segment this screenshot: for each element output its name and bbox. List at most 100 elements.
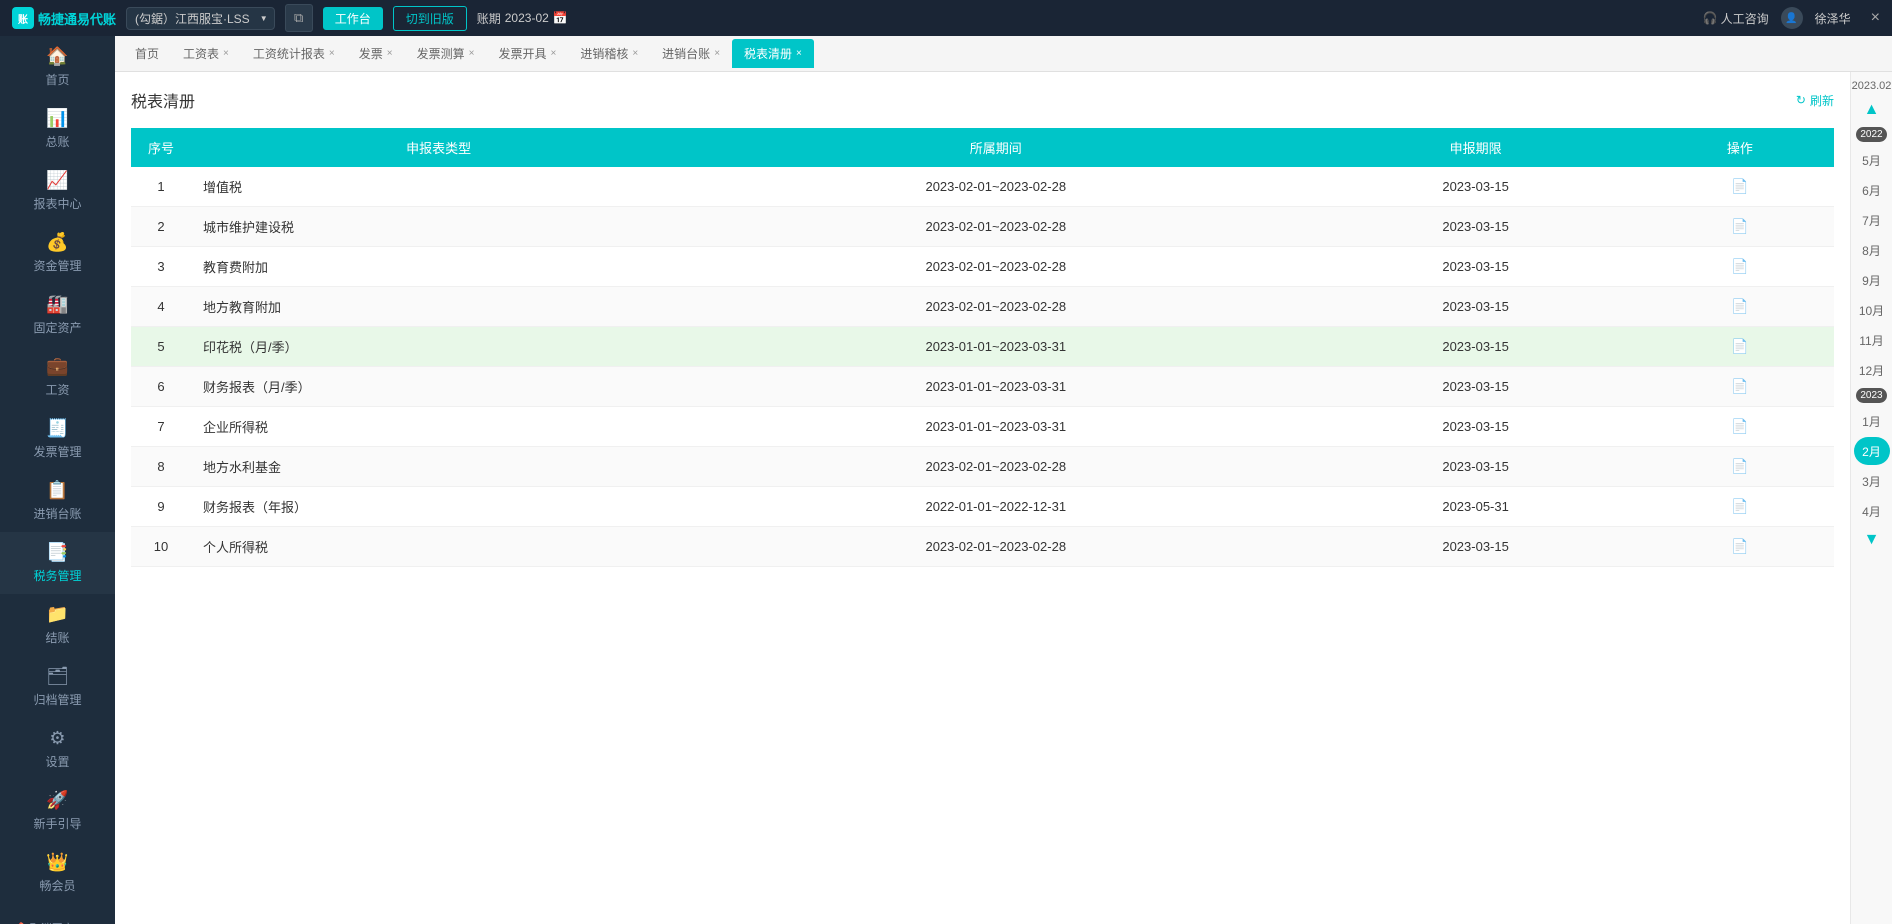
- action-icon[interactable]: 📄: [1731, 258, 1748, 274]
- guide-icon: 🚀: [46, 790, 68, 811]
- action-icon[interactable]: 📄: [1731, 538, 1748, 554]
- headset-icon: 🎧: [1703, 11, 1718, 25]
- action-icon[interactable]: 📄: [1731, 218, 1748, 234]
- tab-salary-table-label: 工资表: [183, 45, 219, 62]
- action-icon[interactable]: 📄: [1731, 498, 1748, 514]
- action-icon[interactable]: 📄: [1731, 418, 1748, 434]
- action-icon[interactable]: 📄: [1731, 338, 1748, 354]
- period-value: 2023-02: [505, 11, 549, 25]
- tab-purchase-check[interactable]: 进销稽核 ×: [568, 39, 650, 68]
- cal-2023-02[interactable]: 2月: [1854, 437, 1890, 465]
- cal-2023-04[interactable]: 4月: [1854, 497, 1890, 525]
- tab-salary-report-close[interactable]: ×: [329, 48, 335, 59]
- cell-period: 2023-02-01~2023-02-28: [686, 207, 1305, 247]
- tab-salary-table[interactable]: 工资表 ×: [171, 39, 241, 68]
- tab-salary-report[interactable]: 工资统计报表 ×: [241, 39, 347, 68]
- sidebar: 🏠 首页 📊 总账 📈 报表中心 💰 资金管理 🏭 固定资产 💼 工资 🧾 发票…: [0, 36, 115, 924]
- company-dropdown[interactable]: (勾鋸）江西服宝·LSS: [126, 7, 275, 30]
- cell-deadline: 2023-03-15: [1305, 247, 1645, 287]
- sidebar-item-tax[interactable]: 📑 税务管理: [0, 532, 115, 594]
- cell-no: 10: [131, 527, 191, 567]
- period-display: 账期 2023-02 📅: [477, 10, 568, 27]
- sidebar-item-guide[interactable]: 🚀 新手引导: [0, 780, 115, 842]
- tab-tax-list-close[interactable]: ×: [796, 48, 802, 59]
- sidebar-item-purchase[interactable]: 📋 进销台账: [0, 470, 115, 532]
- cell-no: 7: [131, 407, 191, 447]
- cell-period: 2023-02-01~2023-02-28: [686, 287, 1305, 327]
- sidebar-item-report[interactable]: 📈 报表中心: [0, 160, 115, 222]
- cell-deadline: 2023-03-15: [1305, 527, 1645, 567]
- tab-purchase-ledger-close[interactable]: ×: [714, 48, 720, 59]
- tab-invoice-issue-close[interactable]: ×: [550, 48, 556, 59]
- sidebar-label-home: 首页: [45, 71, 69, 88]
- action-icon[interactable]: 📄: [1731, 298, 1748, 314]
- sidebar-item-home[interactable]: 🏠 首页: [0, 36, 115, 98]
- cell-deadline: 2023-03-15: [1305, 447, 1645, 487]
- cal-2022-11[interactable]: 11月: [1854, 326, 1890, 354]
- app-logo: 账 畅捷通易代账: [12, 7, 116, 29]
- sidebar-label-archive: 归档管理: [33, 691, 81, 708]
- action-icon[interactable]: 📄: [1731, 178, 1748, 194]
- workstation-button[interactable]: 工作台: [323, 7, 383, 30]
- cell-action: 📄: [1646, 367, 1834, 407]
- cal-2022-07[interactable]: 7月: [1854, 206, 1890, 234]
- sidebar-item-member[interactable]: 👑 畅会员: [0, 842, 115, 904]
- tab-purchase-ledger-label: 进销台账: [662, 45, 710, 62]
- cell-period: 2023-02-01~2023-02-28: [686, 447, 1305, 487]
- cell-period: 2023-02-01~2023-02-28: [686, 167, 1305, 207]
- switch-old-button[interactable]: 切到旧版: [393, 6, 467, 31]
- top-bar-right: 🎧 人工咨询 👤 徐泽华 ×: [1703, 7, 1880, 29]
- col-deadline: 申报期限: [1305, 128, 1645, 167]
- window-close-button[interactable]: ×: [1871, 9, 1880, 27]
- sidebar-item-close[interactable]: 📁 结账: [0, 594, 115, 656]
- tab-invoice-calc[interactable]: 发票测算 ×: [405, 39, 487, 68]
- tab-invoice-label: 发票: [359, 45, 383, 62]
- cal-2022-06[interactable]: 6月: [1854, 176, 1890, 204]
- cal-2022-10[interactable]: 10月: [1854, 296, 1890, 324]
- cal-2022-12[interactable]: 12月: [1854, 356, 1890, 384]
- cell-action: 📄: [1646, 167, 1834, 207]
- home-icon: 🏠: [46, 46, 68, 67]
- cell-no: 8: [131, 447, 191, 487]
- action-icon[interactable]: 📄: [1731, 378, 1748, 394]
- sidebar-item-ledger[interactable]: 📊 总账: [0, 98, 115, 160]
- cal-2022-05[interactable]: 5月: [1854, 146, 1890, 174]
- calendar-icon[interactable]: 📅: [553, 11, 568, 25]
- sidebar-item-invoice[interactable]: 🧾 发票管理: [0, 408, 115, 470]
- tab-invoice-issue[interactable]: 发票开具 ×: [486, 39, 568, 68]
- purchase-icon: 📋: [46, 480, 68, 501]
- cell-period: 2023-01-01~2023-03-31: [686, 367, 1305, 407]
- tab-home[interactable]: 首页: [123, 39, 171, 68]
- tab-tax-list[interactable]: 税表清册 ×: [732, 39, 814, 68]
- sidebar-label-close: 结账: [45, 629, 69, 646]
- top-bar: 账 畅捷通易代账 (勾鋸）江西服宝·LSS ⧉ 工作台 切到旧版 账期 2023…: [0, 0, 1892, 36]
- refresh-button[interactable]: ↻ 刷新: [1796, 92, 1834, 109]
- action-icon[interactable]: 📄: [1731, 458, 1748, 474]
- cal-2023-03[interactable]: 3月: [1854, 467, 1890, 495]
- tab-salary-table-close[interactable]: ×: [223, 48, 229, 59]
- settings-icon: ⚙: [49, 728, 65, 749]
- consult-label[interactable]: 🎧 人工咨询: [1703, 10, 1769, 27]
- cal-2022-09[interactable]: 9月: [1854, 266, 1890, 294]
- cell-no: 3: [131, 247, 191, 287]
- tab-purchase-ledger[interactable]: 进销台账 ×: [650, 39, 732, 68]
- archive-icon: 🗂: [46, 666, 69, 687]
- cal-2022-08[interactable]: 8月: [1854, 236, 1890, 264]
- calendar-down-nav[interactable]: ▼: [1858, 526, 1886, 554]
- cell-no: 9: [131, 487, 191, 527]
- sidebar-item-salary[interactable]: 💼 工资: [0, 346, 115, 408]
- tab-invoice-calc-label: 发票测算: [417, 45, 465, 62]
- sidebar-item-capital[interactable]: 💰 资金管理: [0, 222, 115, 284]
- copy-icon[interactable]: ⧉: [285, 4, 313, 32]
- tab-purchase-check-close[interactable]: ×: [632, 48, 638, 59]
- sidebar-item-fixed[interactable]: 🏭 固定资产: [0, 284, 115, 346]
- tab-invoice-calc-close[interactable]: ×: [469, 48, 475, 59]
- sidebar-item-settings[interactable]: ⚙ 设置: [0, 718, 115, 780]
- tab-invoice-close[interactable]: ×: [387, 48, 393, 59]
- tab-invoice[interactable]: 发票 ×: [347, 39, 405, 68]
- calendar-up-nav[interactable]: ▲: [1858, 96, 1886, 124]
- cal-2023-01[interactable]: 1月: [1854, 407, 1890, 435]
- year-2022-label: 2022: [1856, 127, 1886, 142]
- unpin-button[interactable]: 📌 取消固定: [4, 912, 111, 924]
- sidebar-item-archive[interactable]: 🗂 归档管理: [0, 656, 115, 718]
